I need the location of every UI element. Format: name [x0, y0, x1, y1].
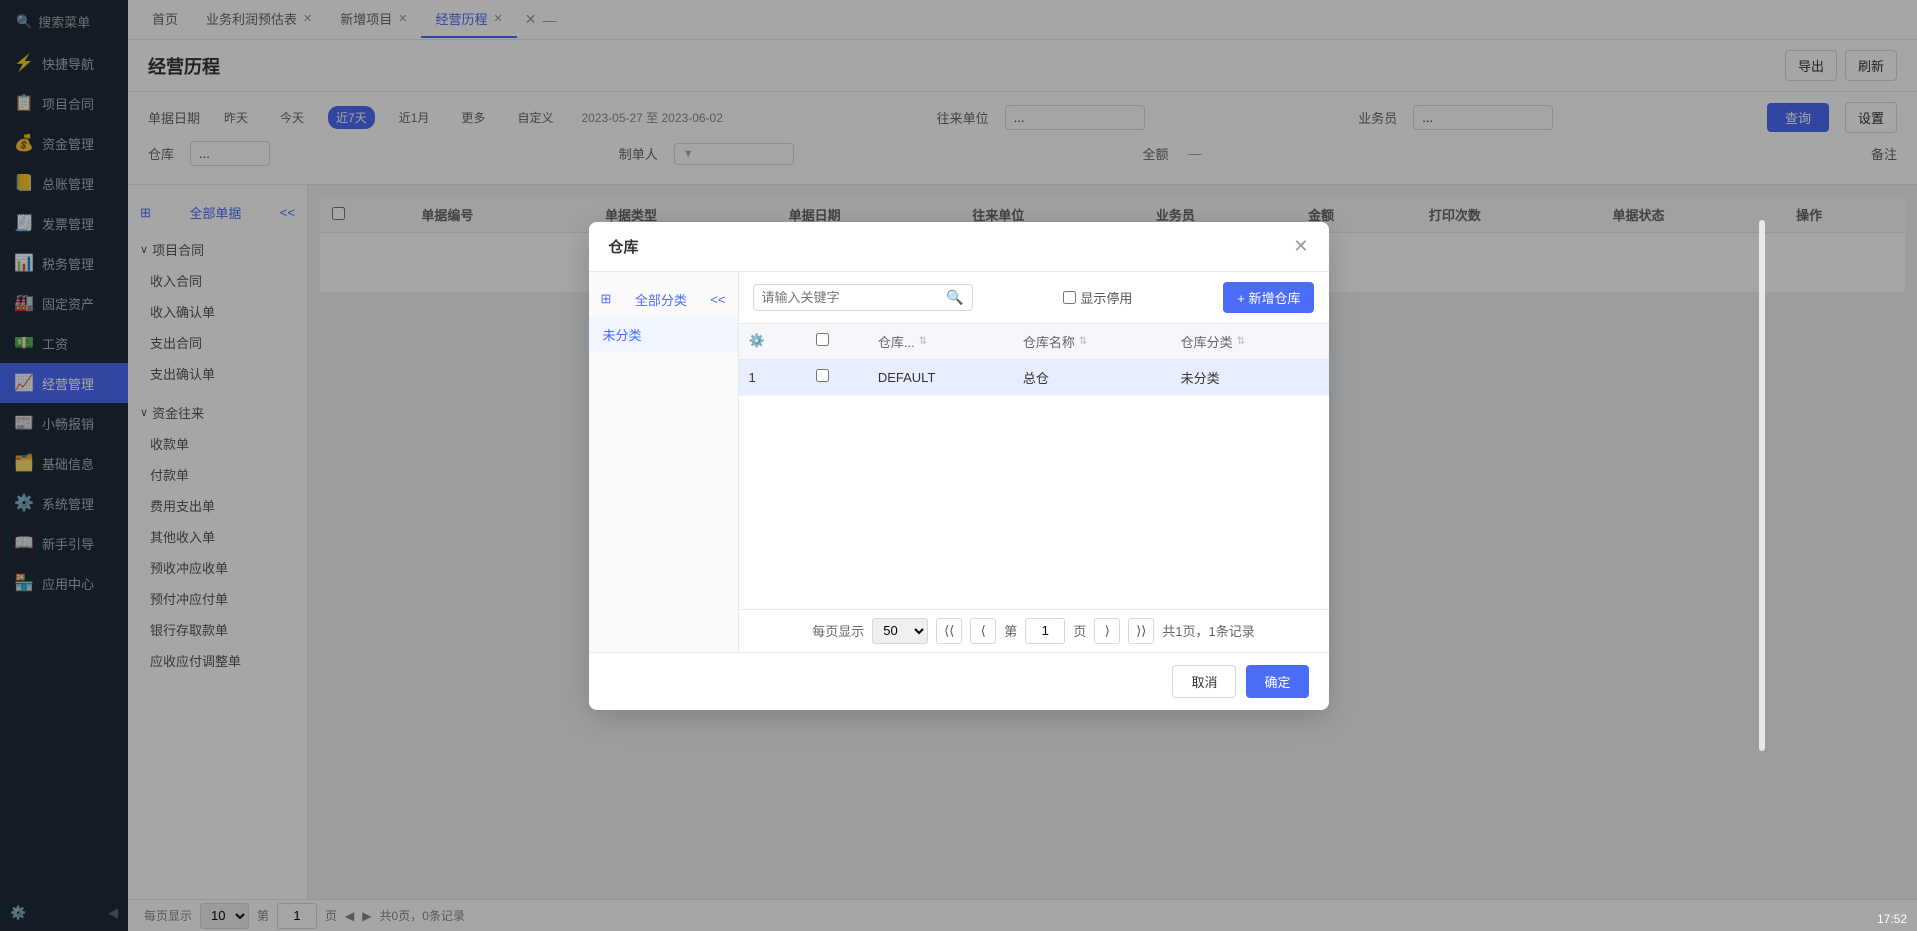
sort-code-icon: ⇅	[919, 336, 927, 347]
warehouse-dialog: 仓库 ✕ ⊞ 全部分类 << 未分类	[589, 222, 1329, 710]
row-code: DEFAULT	[868, 359, 1013, 395]
search-icon[interactable]: 🔍	[946, 289, 963, 306]
show-disabled-checkbox[interactable]	[1063, 291, 1076, 304]
dialog-footer: 取消 确定	[589, 652, 1329, 710]
dialog-left-header[interactable]: ⊞ 全部分类 <<	[589, 282, 738, 317]
dialog-per-page-select[interactable]: 50 20 100	[872, 618, 928, 644]
row-checkbox-cell	[806, 359, 868, 395]
add-warehouse-button[interactable]: + 新增仓库	[1223, 282, 1314, 313]
dialog-toolbar: 🔍 显示停用 + 新增仓库	[739, 272, 1329, 324]
clock-display: 17:52	[1877, 912, 1907, 926]
dialog-expand-btn[interactable]: <<	[710, 292, 725, 307]
sort-category-icon: ⇅	[1237, 336, 1245, 347]
warehouse-search-input[interactable]	[762, 290, 947, 305]
cancel-button[interactable]: 取消	[1172, 665, 1236, 698]
page-last-btn[interactable]: ⟩⟩	[1128, 618, 1154, 644]
row-name: 总仓	[1013, 359, 1171, 395]
page-next-btn[interactable]: ⟩	[1094, 618, 1120, 644]
dialog-table-row[interactable]: 1 DEFAULT 总仓 未分类	[739, 359, 1329, 395]
dialog-close-button[interactable]: ✕	[1293, 236, 1308, 257]
dth-settings: ⚙️	[739, 324, 807, 360]
dialog-page-word: 页	[1073, 621, 1086, 640]
th-sort-category[interactable]: 仓库分类 ⇅	[1181, 332, 1319, 351]
row-checkbox[interactable]	[816, 369, 829, 382]
dialog-page-input[interactable]	[1025, 618, 1065, 644]
dialog-per-page-label: 每页显示	[812, 621, 864, 640]
dialog-right-panel: 🔍 显示停用 + 新增仓库 ⚙️	[739, 272, 1329, 652]
dth-name: 仓库名称 ⇅	[1013, 324, 1171, 360]
th-name-label: 仓库名称	[1023, 332, 1075, 351]
dialog-left-unclassified[interactable]: 未分类	[589, 317, 738, 352]
dth-checkbox	[806, 324, 868, 360]
search-box: 🔍	[753, 284, 973, 311]
dialog-all-label: 全部分类	[635, 290, 687, 309]
dialog-page-label: 第	[1004, 621, 1017, 640]
dialog-table: ⚙️ 仓库... ⇅	[739, 324, 1329, 396]
show-disabled-label: 显示停用	[1080, 288, 1132, 307]
dth-code: 仓库... ⇅	[868, 324, 1013, 360]
page-prev-btn[interactable]: ⟨	[970, 618, 996, 644]
confirm-button[interactable]: 确定	[1246, 665, 1308, 698]
th-sort-name[interactable]: 仓库名称 ⇅	[1023, 332, 1161, 351]
dialog-total-label: 共1页，1条记录	[1162, 621, 1254, 640]
dth-category: 仓库分类 ⇅	[1171, 324, 1329, 360]
show-disabled-container: 显示停用	[1063, 288, 1132, 307]
row-index: 1	[739, 359, 807, 395]
th-code-label: 仓库...	[878, 332, 915, 351]
dialog-header: 仓库 ✕	[589, 222, 1329, 272]
dialog-select-all[interactable]	[816, 333, 829, 346]
modal-overlay: 仓库 ✕ ⊞ 全部分类 << 未分类	[0, 0, 1917, 931]
row-category: 未分类	[1171, 359, 1329, 395]
sort-name-icon: ⇅	[1079, 336, 1087, 347]
system-tray: 17:52	[1877, 912, 1907, 926]
settings-col-icon: ⚙️	[749, 333, 765, 348]
dialog-table-wrap: ⚙️ 仓库... ⇅	[739, 324, 1329, 609]
page-first-btn[interactable]: ⟨⟨	[936, 618, 962, 644]
th-category-label: 仓库分类	[1181, 332, 1233, 351]
dialog-pagination: 每页显示 50 20 100 ⟨⟨ ⟨ 第 页 ⟩ ⟩⟩ 共1页，1条记录	[739, 609, 1329, 652]
th-sort-code[interactable]: 仓库... ⇅	[878, 332, 1003, 351]
dialog-left-panel: ⊞ 全部分类 << 未分类	[589, 272, 739, 652]
dialog-grid-icon: ⊞	[601, 291, 612, 307]
dialog-title: 仓库	[609, 236, 639, 257]
dialog-body: ⊞ 全部分类 << 未分类 🔍 显示停用	[589, 272, 1329, 652]
